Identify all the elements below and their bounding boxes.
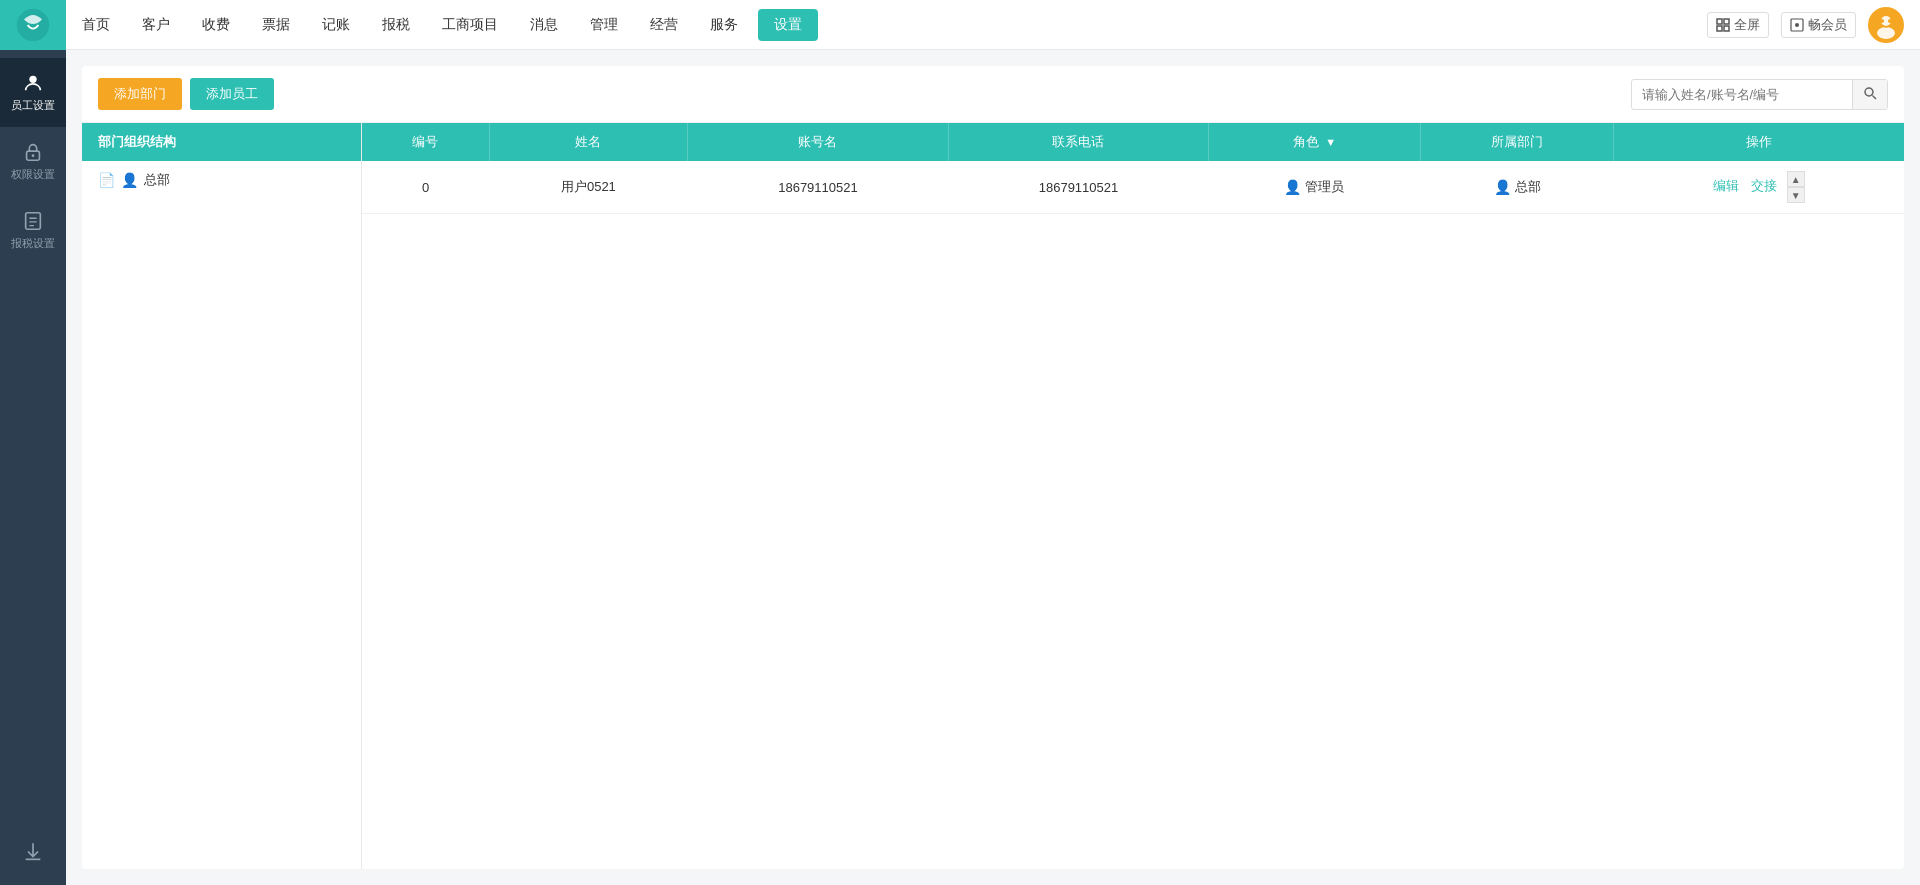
download-icon: [22, 841, 44, 863]
svg-rect-3: [1717, 26, 1722, 31]
svg-rect-14: [26, 213, 41, 230]
svg-point-10: [1888, 19, 1892, 23]
nav-invoice[interactable]: 票据: [246, 0, 306, 49]
member-button[interactable]: 畅会员: [1781, 12, 1856, 38]
add-dept-button[interactable]: 添加部门: [98, 78, 182, 110]
cell-account: 18679110521: [688, 161, 949, 214]
table-row: 0 用户0521 18679110521 18679110521 👤 管理员: [362, 161, 1904, 214]
col-role: 角色 ▼: [1209, 123, 1420, 161]
svg-line-16: [1873, 95, 1877, 99]
nav-settings[interactable]: 设置: [758, 9, 818, 41]
nav-fee[interactable]: 收费: [186, 0, 246, 49]
search-icon: [1863, 86, 1877, 100]
employee-table: 编号 姓名 账号名 联系电话 角色 ▼ 所属部门 操作: [362, 123, 1904, 214]
nav-customer[interactable]: 客户: [126, 0, 186, 49]
svg-point-8: [1877, 27, 1895, 39]
svg-rect-1: [1717, 19, 1722, 24]
table-header-row: 编号 姓名 账号名 联系电话 角色 ▼ 所属部门 操作: [362, 123, 1904, 161]
scroll-down-btn[interactable]: ▼: [1787, 187, 1805, 203]
doc-icon: 📄: [98, 172, 115, 188]
svg-point-15: [1865, 88, 1873, 96]
svg-rect-2: [1724, 19, 1729, 24]
toolbar: 添加部门 添加员工: [82, 66, 1904, 123]
col-id: 编号: [362, 123, 489, 161]
lock-icon: [22, 141, 44, 163]
member-icon: [1790, 18, 1804, 32]
sidebar-tax-label: 报税设置: [11, 236, 55, 251]
nav-account[interactable]: 记账: [306, 0, 366, 49]
cell-role: 👤 管理员: [1209, 161, 1420, 214]
sidebar-permission-label: 权限设置: [11, 167, 55, 182]
nav-biz[interactable]: 工商项目: [426, 0, 514, 49]
employee-icon: [22, 72, 44, 94]
nav-right: 全屏 畅会员: [1707, 7, 1920, 43]
scroll-up-btn[interactable]: ▲: [1787, 171, 1805, 187]
dept-panel: 部门组织结构 📄 👤 总部: [82, 123, 362, 869]
sidebar-employee-label: 员工设置: [11, 98, 55, 113]
filter-icon[interactable]: ▼: [1325, 136, 1336, 148]
svg-point-13: [32, 154, 35, 157]
svg-point-11: [29, 76, 36, 83]
add-employee-button[interactable]: 添加员工: [190, 78, 274, 110]
col-action: 操作: [1614, 123, 1904, 161]
col-phone: 联系电话: [948, 123, 1209, 161]
dept-user-icon: 👤: [121, 172, 138, 188]
nav-home[interactable]: 首页: [66, 0, 126, 49]
cell-name: 用户0521: [489, 161, 688, 214]
member-label: 畅会员: [1808, 16, 1847, 34]
dept-table-layout: 部门组织结构 📄 👤 总部 编号 姓名 账号名: [82, 123, 1904, 869]
fullscreen-button[interactable]: 全屏: [1707, 12, 1769, 38]
nav-manage[interactable]: 管理: [574, 0, 634, 49]
fullscreen-label: 全屏: [1734, 16, 1760, 34]
dept-item-head[interactable]: 📄 👤 总部: [82, 161, 361, 199]
search-bar: [1631, 79, 1888, 110]
sidebar-item-download[interactable]: [0, 827, 66, 877]
svg-point-9: [1880, 19, 1884, 23]
transfer-link[interactable]: 交接: [1751, 178, 1777, 193]
sidebar-item-permission[interactable]: 权限设置: [0, 127, 66, 196]
dept-panel-header: 部门组织结构: [82, 123, 361, 161]
search-button[interactable]: [1852, 80, 1887, 109]
svg-point-6: [1795, 23, 1799, 27]
nav-message[interactable]: 消息: [514, 0, 574, 49]
content-inner: 添加部门 添加员工 部门组织结构: [82, 66, 1904, 869]
sidebar-item-tax[interactable]: 报税设置: [0, 196, 66, 265]
dept-item-label: 总部: [144, 171, 170, 189]
sidebar: 员工设置 权限设置 报税设置: [0, 50, 66, 885]
edit-link[interactable]: 编辑: [1713, 178, 1739, 193]
cell-dept: 👤 总部: [1420, 161, 1614, 214]
col-dept: 所属部门: [1420, 123, 1614, 161]
nav-items: 首页 客户 收费 票据 记账 报税 工商项目 消息 管理 经营 服务 设置: [66, 0, 1707, 49]
nav-tax[interactable]: 报税: [366, 0, 426, 49]
fullscreen-icon: [1716, 18, 1730, 32]
logo[interactable]: [0, 0, 66, 50]
nav-service[interactable]: 服务: [694, 0, 754, 49]
tax-icon: [22, 210, 44, 232]
sidebar-item-employee[interactable]: 员工设置: [0, 58, 66, 127]
cell-phone: 18679110521: [948, 161, 1209, 214]
col-name: 姓名: [489, 123, 688, 161]
cell-actions: 编辑 交接 ▲ ▼: [1614, 161, 1904, 214]
nav-operation[interactable]: 经营: [634, 0, 694, 49]
dept-cell-icon: 👤: [1494, 179, 1511, 195]
svg-rect-4: [1724, 26, 1729, 31]
avatar-icon: [1872, 11, 1900, 39]
table-panel: 编号 姓名 账号名 联系电话 角色 ▼ 所属部门 操作: [362, 123, 1904, 869]
content-area: 添加部门 添加员工 部门组织结构: [66, 50, 1920, 885]
role-user-icon: 👤: [1284, 179, 1301, 195]
main-layout: 员工设置 权限设置 报税设置: [0, 50, 1920, 885]
sidebar-bottom: [0, 827, 66, 885]
svg-point-0: [17, 8, 49, 40]
top-nav: 首页 客户 收费 票据 记账 报税 工商项目 消息 管理 经营 服务 设置 全屏: [0, 0, 1920, 50]
cell-id: 0: [362, 161, 489, 214]
avatar[interactable]: [1868, 7, 1904, 43]
search-input[interactable]: [1632, 81, 1852, 108]
col-account: 账号名: [688, 123, 949, 161]
